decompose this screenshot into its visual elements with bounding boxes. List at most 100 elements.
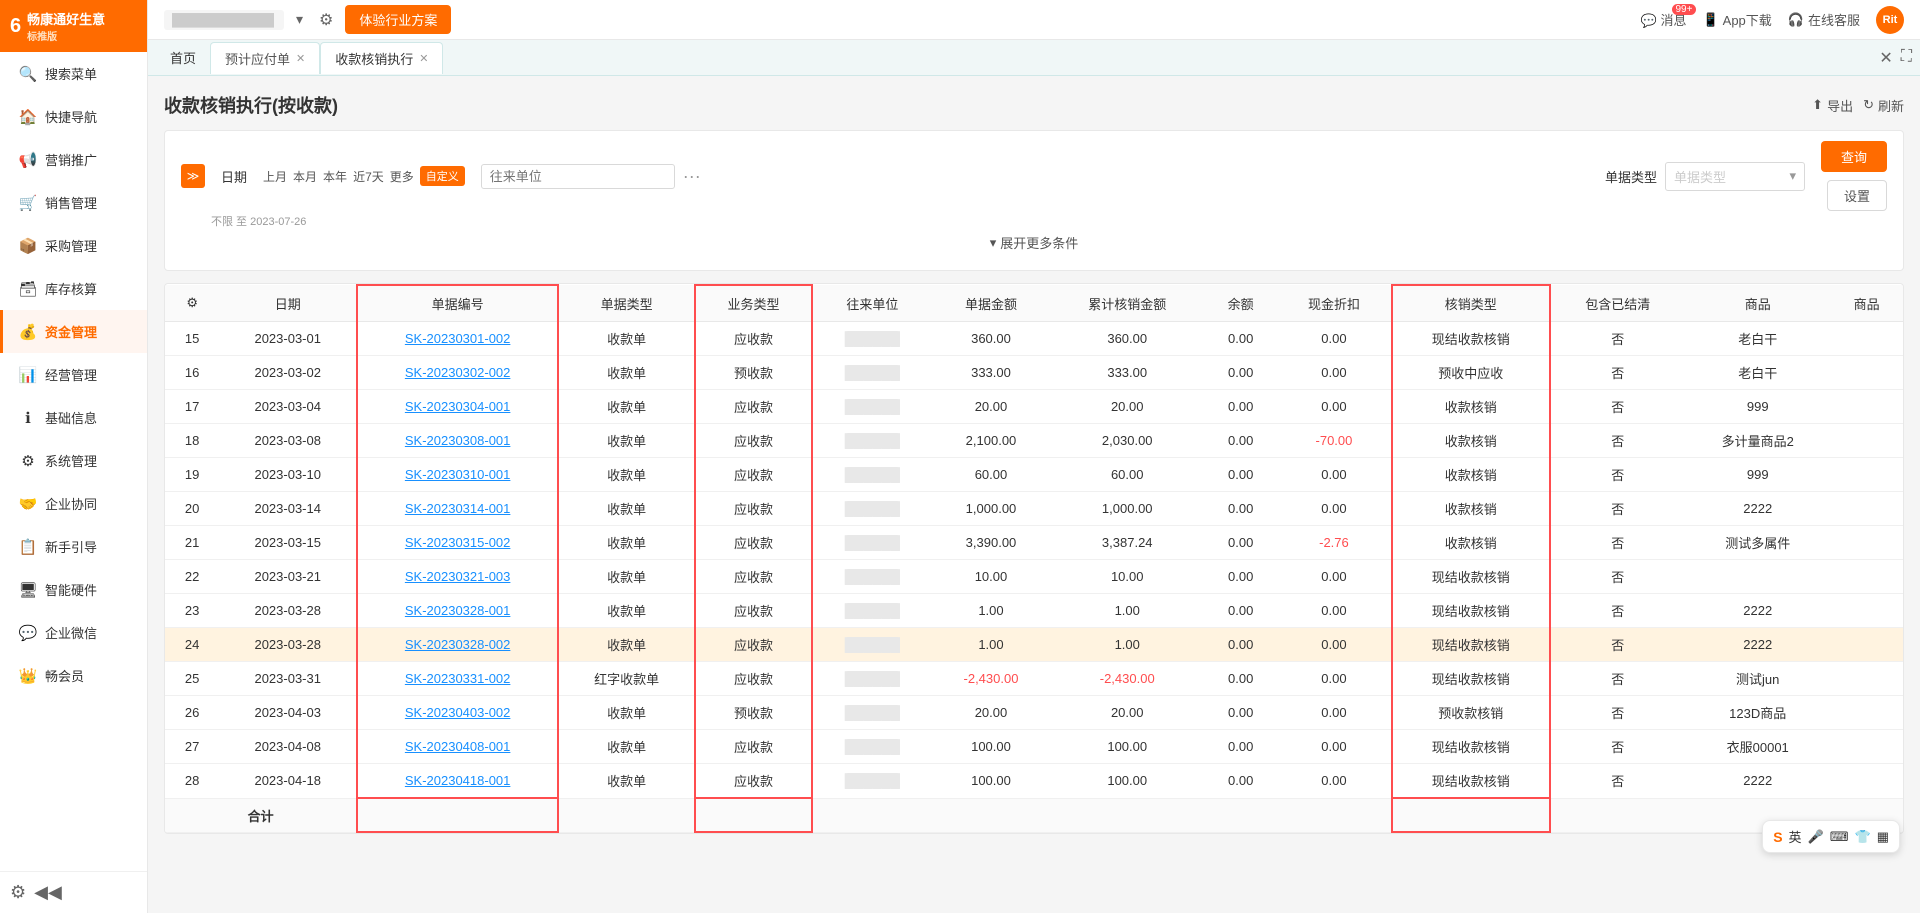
partner-input[interactable] <box>481 164 675 189</box>
partner-dots[interactable]: ··· <box>683 166 701 187</box>
sidebar-label-wechat: 企业微信 <box>45 623 97 642</box>
tab-pre-receive[interactable]: 预计应付单 ✕ <box>210 42 320 74</box>
sidebar-item-inventory[interactable]: 🗃 库存核算 <box>0 267 147 310</box>
cell-biz-type: 应收款 <box>695 322 812 356</box>
cell-amount: 60.00 <box>932 458 1050 492</box>
settings-button[interactable]: 设置 <box>1827 180 1887 211</box>
sidebar-item-wechat[interactable]: 💬 企业微信 <box>0 611 147 654</box>
cell-doc-type: 收款单 <box>558 458 695 492</box>
cell-write-off: 现结收款核销 <box>1392 764 1550 799</box>
app-download-button[interactable]: 📱 App下载 <box>1702 10 1771 29</box>
refresh-button[interactable]: ↻ 刷新 <box>1863 96 1904 115</box>
custom-date-button[interactable]: 自定义 <box>420 166 465 186</box>
cell-doc-type: 收款单 <box>558 322 695 356</box>
doc-no-link[interactable]: SK-20230408-001 <box>405 739 511 754</box>
expand-conditions-button[interactable]: ▾ 展开更多条件 <box>181 233 1887 252</box>
tab-receive-exec[interactable]: 收款核销执行 ✕ <box>320 42 443 74</box>
doc-no-link[interactable]: SK-20230328-001 <box>405 603 511 618</box>
doc-no-link[interactable]: SK-20230403-002 <box>405 705 511 720</box>
online-service-button[interactable]: 🎧 在线客服 <box>1788 10 1860 29</box>
topbar-right: 💬 消息 99+ 📱 App下载 🎧 在线客服 Rit <box>1641 6 1904 34</box>
ime-shirt-icon[interactable]: 👕 <box>1855 829 1871 845</box>
more-link[interactable]: 更多 <box>390 168 414 185</box>
doc-no-link[interactable]: SK-20230302-002 <box>405 365 511 380</box>
sidebar-item-search[interactable]: 🔍 搜索菜单 <box>0 52 147 95</box>
cell-doc-no: SK-20230302-002 <box>357 356 558 390</box>
doc-no-link[interactable]: SK-20230321-003 <box>405 569 511 584</box>
cell-partner: ██████ <box>812 458 932 492</box>
tab-receive-exec-label: 收款核销执行 <box>335 49 413 68</box>
tab-receive-exec-close[interactable]: ✕ <box>419 52 428 65</box>
sidebar-item-hardware[interactable]: 🖥 智能硬件 <box>0 568 147 611</box>
last-7-link[interactable]: 近7天 <box>353 168 384 185</box>
sidebar-label-collab: 企业协同 <box>45 494 97 513</box>
cell-balance: 0.00 <box>1204 526 1277 560</box>
sidebar-item-sales[interactable]: 🛒 销售管理 <box>0 181 147 224</box>
cell-has-settled: 否 <box>1550 356 1686 390</box>
receipt-type-select[interactable]: 单据类型 ▾ <box>1665 162 1805 191</box>
sidebar-item-collab[interactable]: 🤝 企业协同 <box>0 482 147 525</box>
expand-tab-icon[interactable]: ⛶ <box>1901 48 1912 68</box>
sidebar-item-system[interactable]: ⚙ 系统管理 <box>0 439 147 482</box>
message-icon: 💬 <box>1641 13 1657 28</box>
cell-amount: 10.00 <box>932 560 1050 594</box>
doc-no-link[interactable]: SK-20230301-002 <box>405 331 511 346</box>
doc-no-link[interactable]: SK-20230331-002 <box>405 671 511 686</box>
ime-keyboard-icon[interactable]: ⌨ <box>1830 829 1849 845</box>
sidebar-item-marketing[interactable]: 📢 营销推广 <box>0 138 147 181</box>
cell-partner: ██████ <box>812 390 932 424</box>
cell-date: 2023-03-02 <box>219 356 357 390</box>
cell-doc-no: SK-20230331-002 <box>357 662 558 696</box>
table-row: 26 2023-04-03 SK-20230403-002 收款单 预收款 ██… <box>165 696 1903 730</box>
sidebar-item-quick-nav[interactable]: 🏠 快捷导航 <box>0 95 147 138</box>
this-month-link[interactable]: 本月 <box>293 168 317 185</box>
last-month-link[interactable]: 上月 <box>263 168 287 185</box>
query-button[interactable]: 查询 <box>1821 141 1887 172</box>
cell-no: 18 <box>165 424 219 458</box>
cell-doc-no: SK-20230408-001 <box>357 730 558 764</box>
solution-button[interactable]: 体验行业方案 <box>345 5 451 34</box>
close-all-icon[interactable]: ✕ <box>1879 48 1892 68</box>
ime-mic-icon[interactable]: 🎤 <box>1808 829 1824 845</box>
sidebar-label-member: 畅会员 <box>45 666 84 685</box>
doc-no-link[interactable]: SK-20230315-002 <box>405 535 511 550</box>
this-year-link[interactable]: 本年 <box>323 168 347 185</box>
headset-icon: 🎧 <box>1788 12 1804 28</box>
topbar-gear-icon[interactable]: ⚙ <box>319 10 333 30</box>
cell-partner: ██████ <box>812 526 932 560</box>
doc-no-link[interactable]: SK-20230418-001 <box>405 773 511 788</box>
topbar-dropdown-icon[interactable]: ▾ <box>296 11 303 28</box>
doc-no-link[interactable]: SK-20230310-001 <box>405 467 511 482</box>
collapse-icon[interactable]: ◀◀ <box>34 882 62 903</box>
tab-home[interactable]: 首页 <box>156 42 210 73</box>
settings-icon[interactable]: ⚙ <box>10 882 26 903</box>
page-actions: ⬆ 导出 ↻ 刷新 <box>1812 96 1904 115</box>
sidebar-item-basic[interactable]: ℹ 基础信息 <box>0 396 147 439</box>
cell-date: 2023-03-14 <box>219 492 357 526</box>
sidebar-item-finance[interactable]: 💰 资金管理 <box>0 310 147 353</box>
sidebar-item-member[interactable]: 👑 畅会员 <box>0 654 147 697</box>
cell-balance: 0.00 <box>1204 492 1277 526</box>
cell-doc-type: 收款单 <box>558 594 695 628</box>
sidebar-item-guide[interactable]: 📋 新手引导 <box>0 525 147 568</box>
doc-no-link[interactable]: SK-20230314-001 <box>405 501 511 516</box>
doc-no-link[interactable]: SK-20230304-001 <box>405 399 511 414</box>
table-row: 20 2023-03-14 SK-20230314-001 收款单 应收款 ██… <box>165 492 1903 526</box>
cell-doc-type: 收款单 <box>558 356 695 390</box>
ime-grid-icon[interactable]: ▦ <box>1877 829 1889 845</box>
export-button[interactable]: ⬆ 导出 <box>1812 96 1853 115</box>
th-settings[interactable]: ⚙ <box>165 285 219 322</box>
cell-goods2 <box>1830 390 1903 424</box>
message-button[interactable]: 💬 消息 99+ <box>1641 10 1687 29</box>
doc-no-link[interactable]: SK-20230328-002 <box>405 637 511 652</box>
tab-pre-receive-close[interactable]: ✕ <box>296 52 305 65</box>
cell-balance: 0.00 <box>1204 662 1277 696</box>
doc-no-link[interactable]: SK-20230308-001 <box>405 433 511 448</box>
cell-has-settled: 否 <box>1550 696 1686 730</box>
user-avatar[interactable]: Rit <box>1876 6 1904 34</box>
filter-toggle-button[interactable]: ≫ <box>181 164 205 188</box>
sidebar-item-operation[interactable]: 📊 经营管理 <box>0 353 147 396</box>
sidebar-item-purchase[interactable]: 📦 采购管理 <box>0 224 147 267</box>
table-row: 16 2023-03-02 SK-20230302-002 收款单 预收款 ██… <box>165 356 1903 390</box>
cell-date: 2023-04-03 <box>219 696 357 730</box>
